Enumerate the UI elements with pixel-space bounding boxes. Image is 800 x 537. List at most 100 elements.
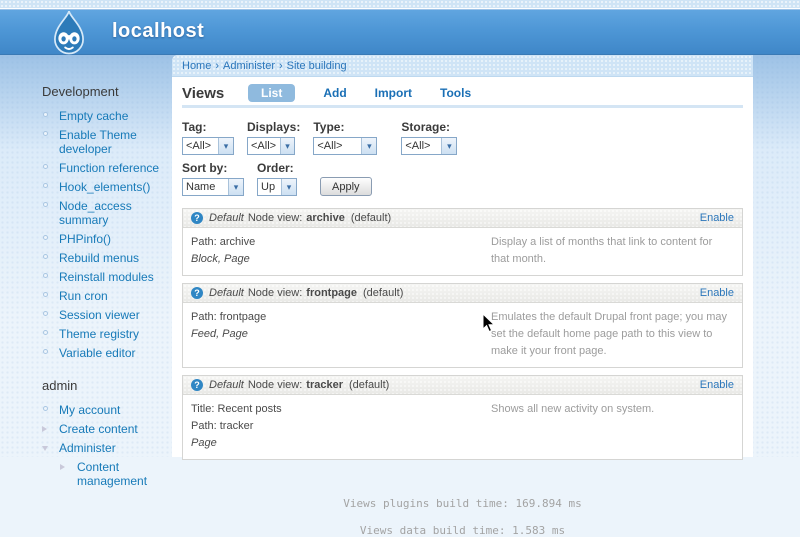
sidebar: Development Empty cache Enable Theme dev… xyxy=(42,84,182,493)
sidebar-item-label[interactable]: Variable editor xyxy=(59,346,136,360)
sidebar-item-function-reference[interactable]: Function reference xyxy=(42,161,182,175)
site-header: localhost xyxy=(0,10,800,55)
sidebar-item-label[interactable]: Node_access summary xyxy=(59,199,182,227)
site-name-link[interactable]: localhost xyxy=(112,20,204,43)
tab-list[interactable]: List xyxy=(248,84,296,102)
view-default-suffix: (default) xyxy=(348,379,390,391)
view-displays: Page xyxy=(191,437,217,449)
expanded-arrow-icon[interactable] xyxy=(42,441,59,451)
drupal-logo-icon[interactable] xyxy=(44,8,94,65)
view-row-header: ? Default Node view: tracker (default) E… xyxy=(183,376,742,395)
sidebar-item-variable-editor[interactable]: Variable editor xyxy=(42,346,182,360)
sidebar-section-development: Development Empty cache Enable Theme dev… xyxy=(42,84,182,360)
sidebar-item-administer[interactable]: Administer xyxy=(42,441,182,455)
view-name: archive xyxy=(306,212,345,224)
sidebar-item-label[interactable]: Create content xyxy=(59,422,138,436)
tag-select[interactable]: <All> ▾ xyxy=(182,137,234,155)
view-kind-label: Node view: xyxy=(247,379,303,391)
view-type-label: Default xyxy=(209,212,244,224)
sidebar-item-label[interactable]: Content management xyxy=(77,460,182,488)
sidebar-item-phpinfo[interactable]: PHPinfo() xyxy=(42,232,182,246)
order-select[interactable]: Up ▾ xyxy=(257,178,297,196)
breadcrumb-administer[interactable]: Administer xyxy=(223,60,275,72)
displays-select[interactable]: <All> ▾ xyxy=(247,137,295,155)
dropdown-arrow-icon: ▾ xyxy=(281,179,296,195)
breadcrumb-home[interactable]: Home xyxy=(182,60,211,72)
sidebar-item-label[interactable]: PHPinfo() xyxy=(59,232,111,246)
filter-label: Type: xyxy=(313,120,345,134)
collapsed-arrow-icon[interactable] xyxy=(42,422,59,432)
sidebar-item-node-access-summary[interactable]: Node_access summary xyxy=(42,199,182,227)
sidebar-item-empty-cache[interactable]: Empty cache xyxy=(42,109,182,123)
help-icon[interactable]: ? xyxy=(191,212,203,224)
sort-by-select[interactable]: Name ▾ xyxy=(182,178,244,196)
title-row: Views List Add Import Tools xyxy=(182,84,743,108)
bullet-icon xyxy=(42,327,59,335)
enable-link[interactable]: Enable xyxy=(700,287,734,299)
tab-add[interactable]: Add xyxy=(323,86,346,100)
sidebar-item-content-management[interactable]: Content management xyxy=(42,460,182,488)
filter-tag: Tag: <All> ▾ xyxy=(182,120,234,155)
view-row-body: Title: Recent posts Path: tracker Page S… xyxy=(183,395,742,459)
enable-link[interactable]: Enable xyxy=(700,212,734,224)
view-default-suffix: (default) xyxy=(350,212,392,224)
view-row-archive: ? Default Node view: archive (default) E… xyxy=(182,208,743,276)
enable-link[interactable]: Enable xyxy=(700,379,734,391)
sidebar-section-admin: admin My account Create content Administ… xyxy=(42,378,182,488)
view-path: Path: frontpage xyxy=(191,311,267,323)
tab-import[interactable]: Import xyxy=(375,86,412,100)
sidebar-item-label[interactable]: Run cron xyxy=(59,289,108,303)
view-row-header: ? Default Node view: archive (default) E… xyxy=(183,209,742,228)
sidebar-item-label[interactable]: Enable Theme developer xyxy=(59,128,182,156)
sidebar-item-label[interactable]: My account xyxy=(59,403,120,417)
sidebar-item-run-cron[interactable]: Run cron xyxy=(42,289,182,303)
sidebar-item-hook-elements[interactable]: Hook_elements() xyxy=(42,180,182,194)
sidebar-item-enable-theme-developer[interactable]: Enable Theme developer xyxy=(42,128,182,156)
select-value: <All> xyxy=(186,140,212,152)
select-value: Name xyxy=(186,181,216,193)
bullet-icon xyxy=(42,289,59,297)
bullet-icon xyxy=(42,308,59,316)
type-select[interactable]: <All> ▾ xyxy=(313,137,378,155)
filter-sort-by: Sort by: Name ▾ xyxy=(182,161,244,196)
view-description: Emulates the default Drupal front page; … xyxy=(491,311,728,357)
sidebar-item-label[interactable]: Theme registry xyxy=(59,327,139,341)
view-kind-label: Node view: xyxy=(247,212,303,224)
sidebar-item-label[interactable]: Reinstall modules xyxy=(59,270,154,284)
sidebar-item-label[interactable]: Rebuild menus xyxy=(59,251,139,265)
breadcrumb-separator: › xyxy=(278,59,283,72)
sidebar-item-session-viewer[interactable]: Session viewer xyxy=(42,308,182,322)
data-build-time: Views data build time: 1.583 ms xyxy=(359,524,566,537)
sidebar-item-label[interactable]: Hook_elements() xyxy=(59,180,150,194)
storage-select[interactable]: <All> ▾ xyxy=(401,137,458,155)
dropdown-arrow-icon: ▾ xyxy=(361,138,377,154)
help-icon[interactable]: ? xyxy=(191,379,203,391)
filter-storage: Storage: <All> ▾ xyxy=(401,120,458,155)
sidebar-item-create-content[interactable]: Create content xyxy=(42,422,182,436)
sidebar-item-label[interactable]: Session viewer xyxy=(59,308,140,322)
sidebar-item-theme-registry[interactable]: Theme registry xyxy=(42,327,182,341)
help-icon[interactable]: ? xyxy=(191,287,203,299)
view-type-label: Default xyxy=(209,287,244,299)
top-strip xyxy=(0,0,800,9)
sidebar-item-label[interactable]: Function reference xyxy=(59,161,159,175)
breadcrumb-site-building[interactable]: Site building xyxy=(287,60,347,72)
bullet-icon xyxy=(42,161,59,169)
dropdown-arrow-icon: ▾ xyxy=(228,179,243,195)
sidebar-section-title: Development xyxy=(42,84,119,99)
collapsed-arrow-icon[interactable] xyxy=(60,460,77,470)
sidebar-item-rebuild-menus[interactable]: Rebuild menus xyxy=(42,251,182,265)
sidebar-item-reinstall-modules[interactable]: Reinstall modules xyxy=(42,270,182,284)
tab-bar: List Add Import Tools xyxy=(248,84,471,102)
sidebar-item-label[interactable]: Administer xyxy=(59,441,116,455)
filter-displays: Displays: <All> ▾ xyxy=(247,120,300,155)
view-displays: Block, Page xyxy=(191,253,250,265)
apply-button[interactable]: Apply xyxy=(320,177,372,196)
sidebar-item-label[interactable]: Empty cache xyxy=(59,109,128,123)
bullet-icon xyxy=(42,270,59,278)
bullet-icon xyxy=(42,128,59,136)
view-default-suffix: (default) xyxy=(363,287,404,299)
view-displays: Feed, Page xyxy=(191,328,248,340)
tab-tools[interactable]: Tools xyxy=(440,86,471,100)
sidebar-item-my-account[interactable]: My account xyxy=(42,403,182,417)
